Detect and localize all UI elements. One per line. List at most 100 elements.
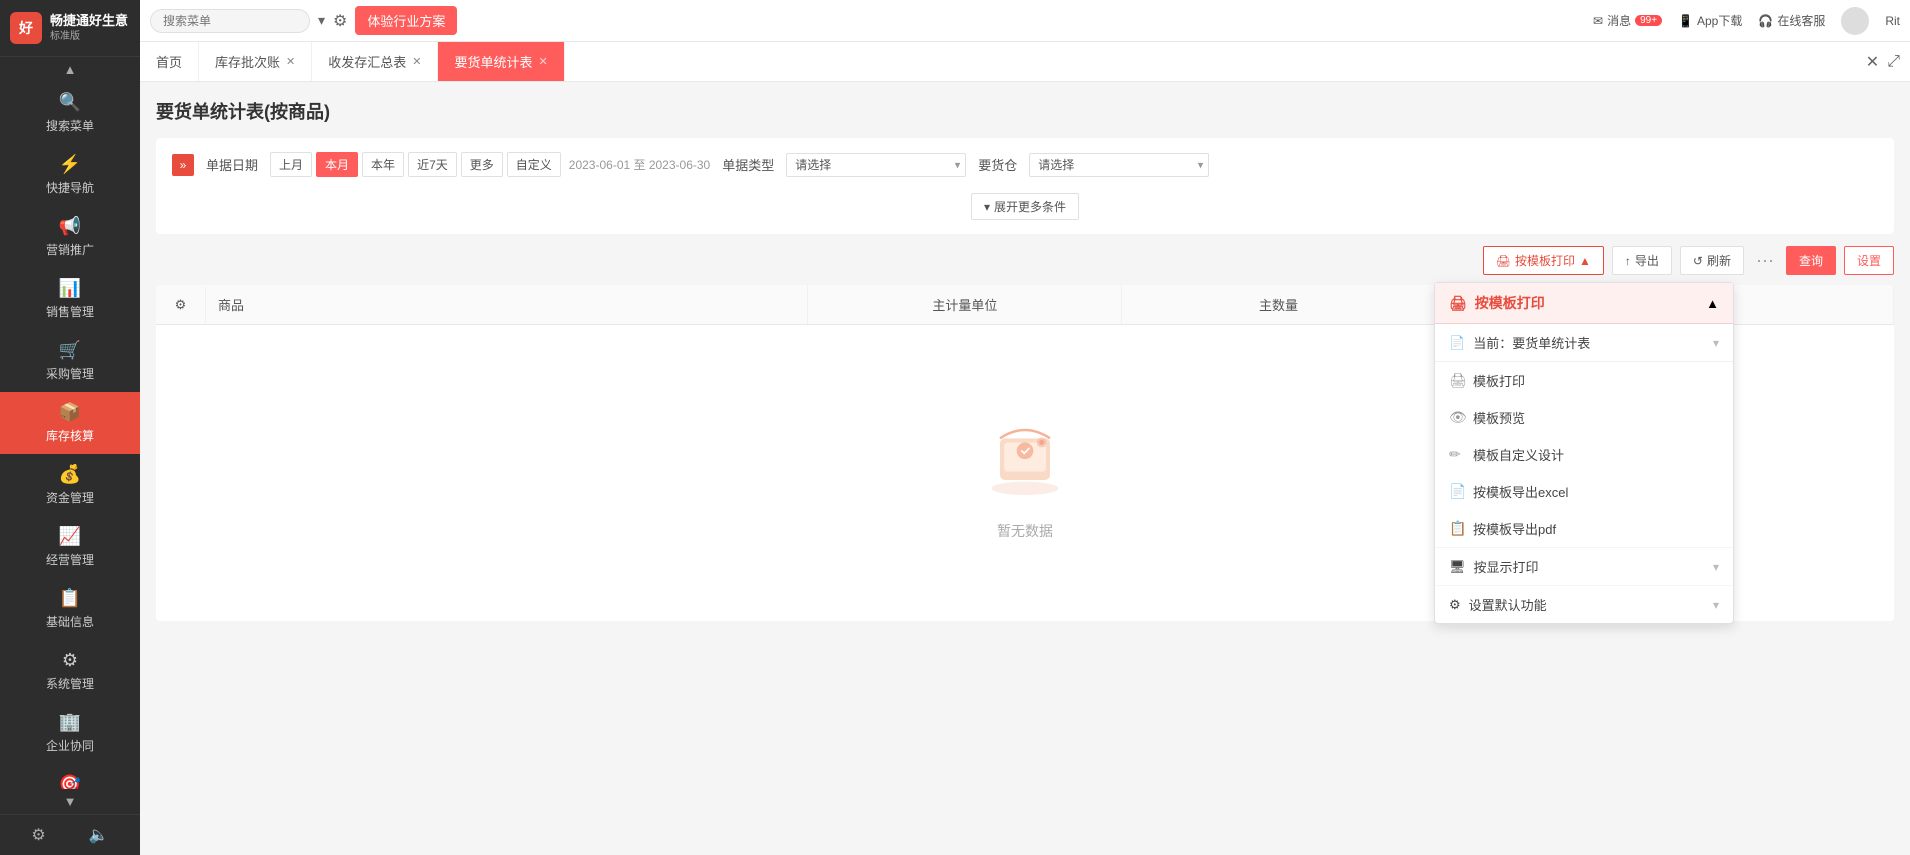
- online-service-btn[interactable]: 🎧 在线客服: [1758, 12, 1825, 29]
- more-options-btn[interactable]: ···: [1752, 246, 1778, 275]
- search-input[interactable]: [150, 9, 310, 33]
- sidebar-item-operation[interactable]: 📈 经营管理: [0, 516, 140, 578]
- print-dropdown-header[interactable]: 🖨 按模板打印 ▲: [1435, 283, 1733, 324]
- sidebar-item-marketing[interactable]: 📢 营销推广: [0, 206, 140, 268]
- date-7days-btn[interactable]: 近7天: [408, 152, 457, 177]
- tabbar: 首页 库存批次账 ✕ 收发存汇总表 ✕ 要货单统计表 ✕ ✕ ⤢: [140, 42, 1910, 82]
- export-excel-item[interactable]: 📄 按模板导出excel: [1435, 473, 1733, 510]
- message-label: 消息: [1607, 12, 1631, 29]
- print-dropdown-title: 🖨 按模板打印: [1449, 293, 1545, 313]
- chevron-up-icon: ▲: [1579, 254, 1591, 268]
- settings-bottom-icon[interactable]: ⚙: [31, 825, 45, 845]
- settings-btn[interactable]: 设置: [1844, 246, 1894, 275]
- settings-icon[interactable]: ⚙: [333, 11, 347, 31]
- expand-more-btn[interactable]: ▾ 展开更多条件: [971, 193, 1079, 220]
- topbar-right: ✉ 消息 99+ 📱 App下载 🎧 在线客服 Rit: [1593, 7, 1900, 35]
- date-last-month-btn[interactable]: 上月: [270, 152, 312, 177]
- display-print-group[interactable]: 🖥 按显示打印 ▾: [1435, 547, 1733, 585]
- message-badge: 99+: [1635, 15, 1662, 26]
- close-icon[interactable]: ✕: [412, 55, 421, 68]
- sidebar-logo: 好 畅捷通好生意 标准版: [0, 0, 140, 57]
- template-preview-item[interactable]: 👁 模板预览: [1435, 399, 1733, 436]
- expand-row: ▾ 展开更多条件: [172, 185, 1878, 220]
- sidebar-item-label: 搜索菜单: [46, 117, 94, 134]
- template-design-label: 模板自定义设计: [1473, 445, 1564, 464]
- tab-order-stats[interactable]: 要货单统计表 ✕: [438, 42, 564, 81]
- system-icon: ⚙: [62, 650, 78, 671]
- tab-inventory-batch[interactable]: 库存批次账 ✕: [199, 42, 312, 81]
- sidebar-item-finance[interactable]: 💰 资金管理: [0, 454, 140, 516]
- tab-receipt-summary[interactable]: 收发存汇总表 ✕: [312, 42, 438, 81]
- guide-icon: 🎯: [59, 774, 81, 789]
- operation-icon: 📈: [59, 526, 81, 547]
- chevron-right-display-icon: ▾: [1713, 560, 1719, 574]
- chevron-down-icon: ▾: [984, 200, 990, 214]
- export-pdf-item[interactable]: 📋 按模板导出pdf: [1435, 510, 1733, 547]
- goods-select[interactable]: 请选择: [1029, 153, 1209, 177]
- sidebar-item-label: 资金管理: [46, 489, 94, 506]
- date-this-year-btn[interactable]: 本年: [362, 152, 404, 177]
- design-icon: ✏: [1449, 446, 1461, 463]
- export-excel-label: 按模板导出excel: [1473, 482, 1568, 501]
- sidebar-item-system[interactable]: ⚙ 系统管理: [0, 640, 140, 702]
- date-custom-btn[interactable]: 自定义: [507, 152, 561, 177]
- export-btn[interactable]: ↑ 导出: [1612, 246, 1672, 275]
- sidebar-item-basic-info[interactable]: 📋 基础信息: [0, 578, 140, 640]
- date-more-btn[interactable]: 更多: [461, 152, 503, 177]
- template-print-item[interactable]: 🖨 模板打印: [1435, 362, 1733, 399]
- type-select[interactable]: 请选择: [786, 153, 966, 177]
- excel-icon: 📄: [1449, 483, 1466, 500]
- sidebar-item-guide[interactable]: 🎯 新手引导: [0, 764, 140, 789]
- date-label: 单据日期: [206, 155, 258, 174]
- sidebar-item-label: 基础信息: [46, 613, 94, 630]
- tab-home[interactable]: 首页: [140, 42, 199, 81]
- print-btn[interactable]: 🖨 按模板打印 ▲: [1483, 246, 1604, 275]
- sidebar-item-quick-nav[interactable]: ⚡ 快捷导航: [0, 144, 140, 206]
- sidebar-item-sales[interactable]: 📊 销售管理: [0, 268, 140, 330]
- print-dropdown-title-text: 按模板打印: [1475, 293, 1545, 313]
- col-settings[interactable]: ⚙: [156, 287, 206, 323]
- print-label: 按模板打印: [1515, 252, 1575, 269]
- tabbar-actions: ✕ ⤢: [1856, 42, 1910, 81]
- goods-select-wrapper: 请选择: [1029, 153, 1209, 177]
- app-download-label: App下载: [1697, 12, 1742, 29]
- template-design-item[interactable]: ✏ 模板自定义设计: [1435, 436, 1733, 473]
- default-func-group[interactable]: ⚙ 设置默认功能 ▾: [1435, 585, 1733, 623]
- pdf-icon: 📋: [1449, 520, 1466, 537]
- tab-label: 要货单统计表: [454, 52, 532, 71]
- sidebar: 好 畅捷通好生意 标准版 ▲ 🔍 搜索菜单 ⚡ 快捷导航 📢 营销推广 📊 销售…: [0, 0, 140, 855]
- date-this-month-btn[interactable]: 本月: [316, 152, 358, 177]
- sidebar-scroll-down[interactable]: ▼: [0, 789, 140, 814]
- maximize-tab-btn[interactable]: ⤢: [1887, 53, 1900, 71]
- preview-icon: 👁: [1449, 409, 1467, 426]
- sidebar-item-inventory[interactable]: 📦 库存核算: [0, 392, 140, 454]
- filter-area: » 单据日期 上月 本月 本年 近7天 更多 自定义 2023-06-01 至 …: [156, 138, 1894, 234]
- sidebar-item-purchase[interactable]: 🛒 采购管理: [0, 330, 140, 392]
- refresh-btn[interactable]: ↺ 刷新: [1680, 246, 1744, 275]
- default-func-left: ⚙ 设置默认功能: [1449, 595, 1547, 614]
- sidebar-item-search[interactable]: 🔍 搜索菜单: [0, 82, 140, 144]
- toolbar: 🖨 按模板打印 ▲ ↑ 导出 ↺ 刷新 ··· 查询 设置 🖨 按模板打印: [156, 246, 1894, 275]
- inventory-icon: 📦: [59, 402, 81, 423]
- print-dropdown: 🖨 按模板打印 ▲ 📄 当前：要货单统计表 ▾ 🖨 模板打印: [1434, 282, 1734, 624]
- app-download-btn[interactable]: 📱 App下载: [1678, 12, 1742, 29]
- sidebar-item-enterprise[interactable]: 🏢 企业协同: [0, 702, 140, 764]
- trial-btn[interactable]: 体验行业方案: [355, 6, 457, 35]
- logo-icon: 好: [10, 12, 42, 44]
- audio-bottom-icon[interactable]: 🔈: [89, 825, 109, 845]
- close-icon[interactable]: ✕: [539, 55, 548, 68]
- sidebar-item-label: 经营管理: [46, 551, 94, 568]
- sidebar-nav: 🔍 搜索菜单 ⚡ 快捷导航 📢 营销推广 📊 销售管理 🛒 采购管理 📦 库存核…: [0, 82, 140, 789]
- sidebar-scroll-up[interactable]: ▲: [0, 57, 140, 82]
- current-template-item[interactable]: 📄 当前：要货单统计表 ▾: [1435, 324, 1733, 362]
- filter-expand-btn[interactable]: »: [172, 154, 194, 176]
- query-btn[interactable]: 查询: [1786, 246, 1836, 275]
- type-select-wrapper: 请选择: [786, 153, 966, 177]
- search-dropdown-btn[interactable]: ▾: [318, 12, 325, 29]
- avatar[interactable]: [1841, 7, 1869, 35]
- close-tab-btn[interactable]: ✕: [1866, 52, 1879, 72]
- close-icon[interactable]: ✕: [286, 55, 295, 68]
- message-btn[interactable]: ✉ 消息 99+: [1593, 12, 1662, 29]
- empty-text: 暂无数据: [997, 521, 1053, 541]
- default-func-label: 设置默认功能: [1469, 595, 1547, 614]
